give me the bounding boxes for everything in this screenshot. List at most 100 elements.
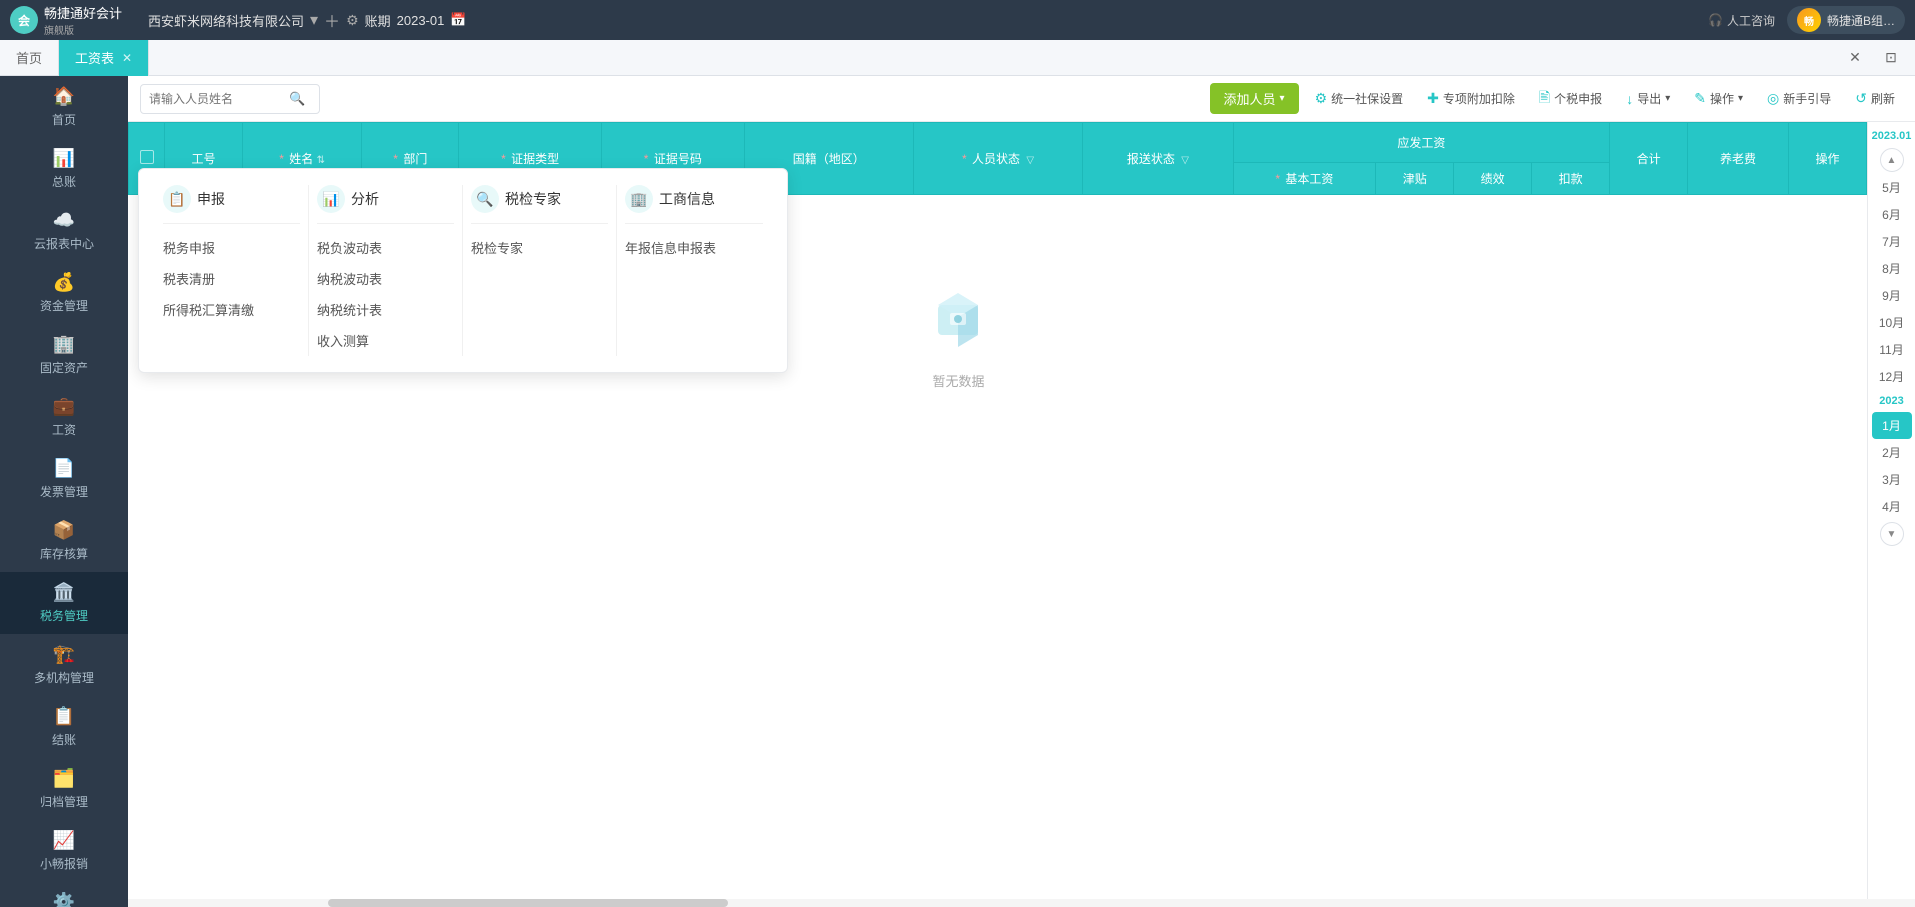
payroll-icon: 💼 <box>53 396 75 417</box>
sidebar-item-payroll[interactable]: 💼 工资 <box>0 386 128 448</box>
menu-section-declare-header: 📋 申报 <box>163 185 300 224</box>
company-dropdown-icon[interactable]: ▾ <box>310 10 318 30</box>
menu-item-income-calc[interactable]: 收入测算 <box>317 325 454 356</box>
sidebar-label-expense: 小畅报销 <box>40 855 88 872</box>
sidebar-label-payroll: 工资 <box>52 421 76 438</box>
date-month-1[interactable]: 1月 <box>1872 412 1912 439</box>
sidebar-item-settings[interactable]: ⚙️ 基础设置 <box>0 882 128 907</box>
th-payable: 应发工资 <box>1233 123 1610 163</box>
date-month-11-prev[interactable]: 11月 <box>1872 336 1912 363</box>
scrollbar-thumb[interactable] <box>328 899 728 907</box>
sidebar-item-ledger[interactable]: 📊 总账 <box>0 138 128 200</box>
horizontal-scrollbar[interactable] <box>128 899 1915 907</box>
date-up-arrow[interactable]: ▲ <box>1880 148 1904 172</box>
sidebar-item-tax[interactable]: 🏛️ 税务管理 <box>0 572 128 634</box>
menu-section-business-header: 🏢 工商信息 <box>625 185 763 224</box>
sidebar: 🏠 首页 📊 总账 ☁️ 云报表中心 💰 资金管理 🏢 固定资产 💼 工资 📄 … <box>0 76 128 907</box>
th-op: 操作 <box>1788 123 1866 195</box>
sidebar-label-assets: 固定资产 <box>40 359 88 376</box>
date-month-7-prev[interactable]: 7月 <box>1872 228 1912 255</box>
company-settings-icon[interactable]: ⚙ <box>346 12 359 29</box>
toolbar-refresh[interactable]: ↺ 刷新 <box>1847 86 1903 111</box>
search-input[interactable] <box>149 92 289 106</box>
toolbar-guide[interactable]: ◎ 新手引导 <box>1759 86 1839 111</box>
tax-declaration-label: 个税申报 <box>1554 90 1602 107</box>
th-id-num-required: * <box>644 152 649 166</box>
tab-payroll[interactable]: 工资表 ✕ <box>59 40 149 76</box>
sidebar-label-closing: 结账 <box>52 731 76 748</box>
menu-item-tax-list[interactable]: 税表清册 <box>163 263 300 294</box>
th-name-label: 姓名 <box>289 152 313 166</box>
sidebar-item-assets[interactable]: 🏢 固定资产 <box>0 324 128 386</box>
sidebar-label-ledger: 总账 <box>52 173 76 190</box>
menu-item-tax-settlement[interactable]: 所得税汇算清缴 <box>163 294 300 325</box>
archive-icon: 🗂️ <box>53 768 75 789</box>
social-security-icon: ⚙ <box>1315 90 1328 107</box>
date-month-12-prev[interactable]: 12月 <box>1872 363 1912 390</box>
tab-payroll-close[interactable]: ✕ <box>122 51 132 65</box>
menu-section-expert: 🔍 税检专家 税检专家 <box>463 185 617 356</box>
avatar-area[interactable]: 畅 畅捷通B组… <box>1787 6 1905 34</box>
th-dept-required: * <box>393 152 398 166</box>
date-month-2[interactable]: 2月 <box>1872 439 1912 466</box>
date-month-6-prev[interactable]: 6月 <box>1872 201 1912 228</box>
sidebar-item-cloud[interactable]: ☁️ 云报表中心 <box>0 200 128 262</box>
menu-item-tax-declare[interactable]: 税务申报 <box>163 232 300 263</box>
funds-icon: 💰 <box>53 272 75 293</box>
th-status-required: * <box>962 152 967 166</box>
th-id-type-required: * <box>501 152 506 166</box>
toolbar-export[interactable]: ↓ 导出 ▾ <box>1618 86 1678 111</box>
toolbar-tax-declaration[interactable]: 🖹 个税申报 <box>1531 83 1610 115</box>
sidebar-item-multiorg[interactable]: 🏗️ 多机构管理 <box>0 634 128 696</box>
tab-close-all-icon[interactable]: ✕ <box>1841 44 1869 72</box>
sidebar-item-archive[interactable]: 🗂️ 归档管理 <box>0 758 128 820</box>
menu-item-annual-report[interactable]: 年报信息申报表 <box>625 232 763 263</box>
empty-cube-icon <box>918 275 998 355</box>
table-container: 工号 * 姓名 ⇅ * 部门 <box>128 122 1867 899</box>
sidebar-label-inventory: 库存核算 <box>40 545 88 562</box>
date-down-arrow[interactable]: ▼ <box>1880 522 1904 546</box>
tab-restore-icon[interactable]: ⊡ <box>1877 44 1905 72</box>
sidebar-label-multiorg: 多机构管理 <box>34 669 94 686</box>
toolbar-deduction[interactable]: ✚ 专项附加扣除 <box>1419 86 1523 111</box>
menu-item-tax-statistics[interactable]: 纳税统计表 <box>317 294 454 325</box>
toolbar-social-security[interactable]: ⚙ 统一社保设置 <box>1307 86 1412 111</box>
menu-item-tax-expert[interactable]: 税检专家 <box>471 232 608 263</box>
sidebar-item-funds[interactable]: 💰 资金管理 <box>0 262 128 324</box>
period-calendar-icon[interactable]: 📅 <box>450 12 466 28</box>
logo-area: 会 畅捷通好会计 旗舰版 <box>10 3 138 37</box>
date-month-8-prev[interactable]: 8月 <box>1872 255 1912 282</box>
sidebar-item-home[interactable]: 🏠 首页 <box>0 76 128 138</box>
th-submit-filter-icon[interactable]: ▽ <box>1181 155 1189 166</box>
th-pension-label: 养老费 <box>1720 152 1756 166</box>
th-name-sort-icon[interactable]: ⇅ <box>317 155 325 166</box>
date-month-10-prev[interactable]: 10月 <box>1872 309 1912 336</box>
menu-item-tax-fluctuation[interactable]: 纳税波动表 <box>317 263 454 294</box>
th-performance-label: 绩效 <box>1481 172 1505 186</box>
sidebar-label-archive: 归档管理 <box>40 793 88 810</box>
date-year-label-2023: 2023 <box>1872 390 1912 412</box>
date-month-9-prev[interactable]: 9月 <box>1872 282 1912 309</box>
add-person-button[interactable]: 添加人员 ▾ <box>1210 83 1299 114</box>
th-status-filter-icon[interactable]: ▽ <box>1026 155 1034 166</box>
export-icon: ↓ <box>1626 91 1633 107</box>
date-month-4[interactable]: 4月 <box>1872 493 1912 520</box>
select-all-checkbox[interactable] <box>140 150 154 164</box>
support-btn[interactable]: 🎧 人工咨询 <box>1708 12 1775 29</box>
user-name: 畅捷通B组… <box>1827 12 1895 29</box>
sidebar-item-invoice[interactable]: 📄 发票管理 <box>0 448 128 510</box>
sidebar-item-inventory[interactable]: 📦 库存核算 <box>0 510 128 572</box>
expert-section-icon: 🔍 <box>471 185 499 213</box>
date-month-5-prev[interactable]: 5月 <box>1872 174 1912 201</box>
toolbar-operation[interactable]: ✎ 操作 ▾ <box>1686 86 1751 111</box>
analysis-section-icon: 📊 <box>317 185 345 213</box>
add-company-icon[interactable]: ＋ <box>324 8 340 32</box>
tab-home[interactable]: 首页 <box>0 40 59 76</box>
sidebar-item-expense[interactable]: 📈 小畅报销 <box>0 820 128 882</box>
refresh-icon: ↺ <box>1855 90 1867 107</box>
th-status-label: 人员状态 <box>972 152 1020 166</box>
menu-item-tax-burden[interactable]: 税负波动表 <box>317 232 454 263</box>
th-nationality-label: 国籍（地区） <box>793 152 865 166</box>
date-month-3[interactable]: 3月 <box>1872 466 1912 493</box>
sidebar-item-closing[interactable]: 📋 结账 <box>0 696 128 758</box>
